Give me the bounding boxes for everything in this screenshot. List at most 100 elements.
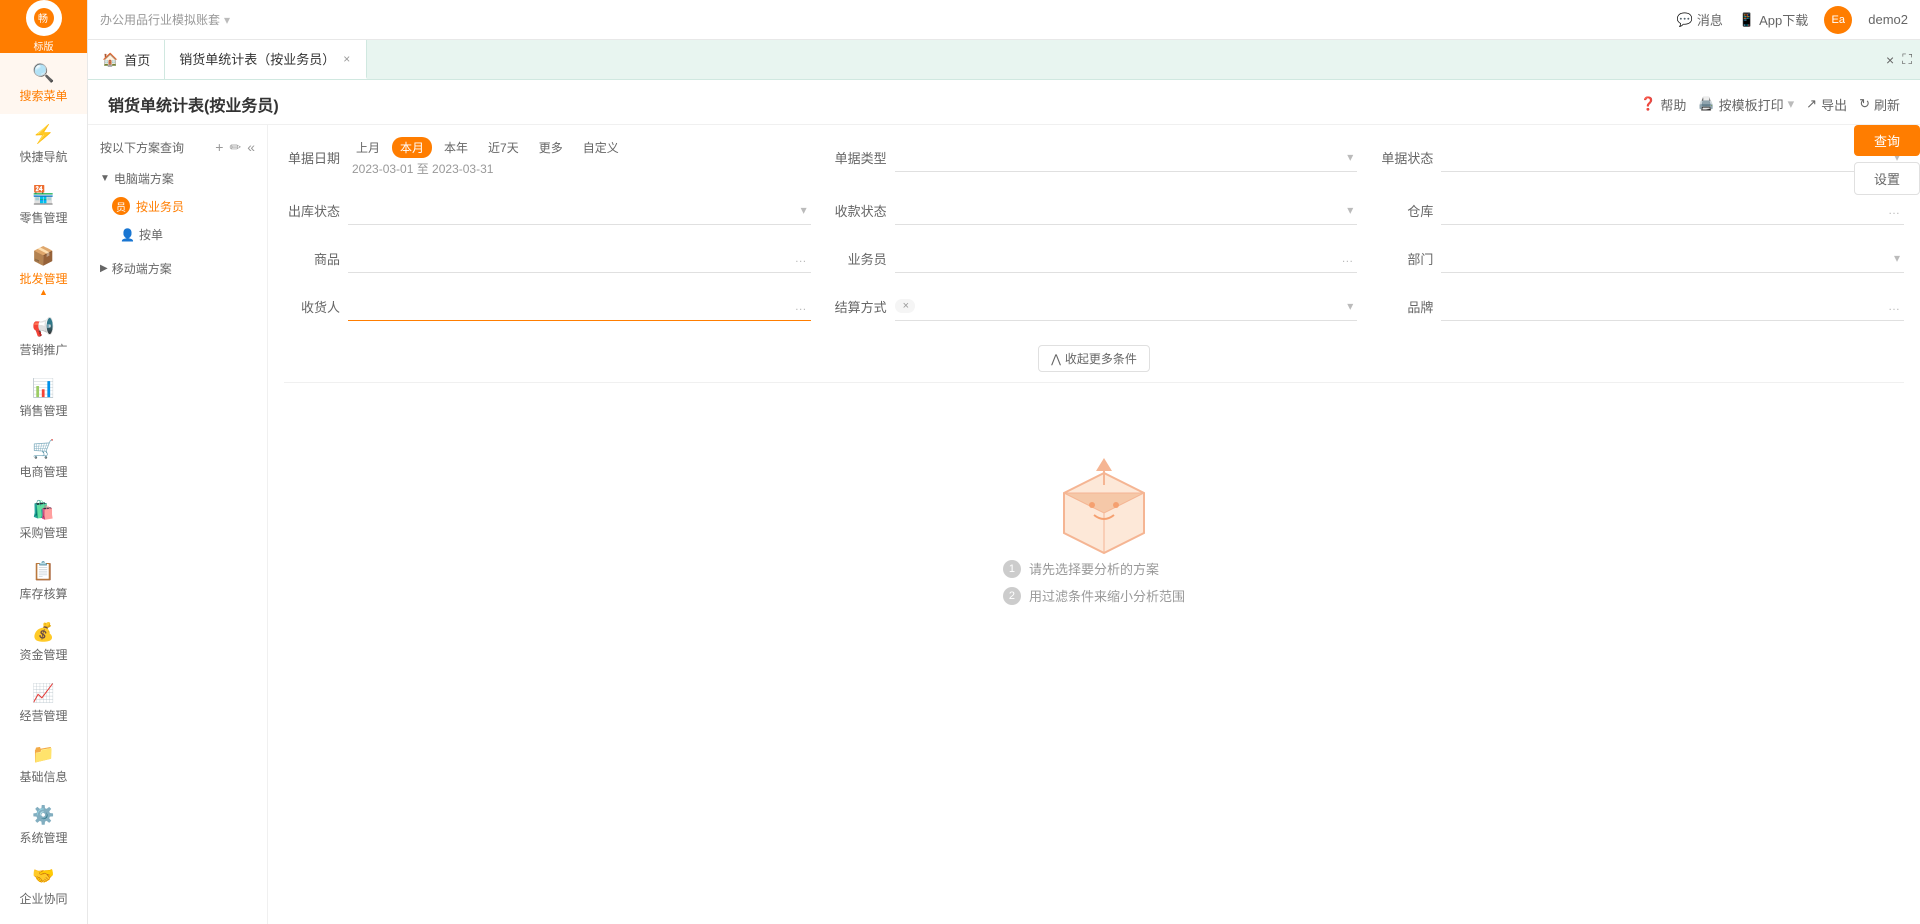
left-panel: 按以下方案查询 + ✏ « ▼ 电脑端方案 员 按业务员 bbox=[88, 125, 268, 924]
date-tab-this-month[interactable]: 本月 bbox=[392, 137, 432, 158]
print-label: 按模板打印 bbox=[1719, 95, 1784, 114]
department-dropdown-icon[interactable]: ▾ bbox=[1894, 251, 1900, 265]
tab-sales-stat[interactable]: 销货单统计表（按业务员） × bbox=[165, 40, 367, 79]
out-status-dropdown-icon[interactable]: ▾ bbox=[801, 203, 807, 217]
date-tab-more[interactable]: 更多 bbox=[531, 137, 571, 158]
sidebar-item-retail[interactable]: 🏪 零售管理 bbox=[0, 175, 88, 236]
settle-tag-clear-icon[interactable]: × bbox=[903, 300, 909, 312]
sidebar-item-quick-nav[interactable]: ⚡ 快捷导航 bbox=[0, 114, 88, 175]
goods-more-icon[interactable]: … bbox=[795, 251, 807, 265]
retail-icon: 🏪 bbox=[32, 185, 54, 206]
tab-close-button[interactable]: × bbox=[341, 50, 352, 68]
department-field[interactable]: ▾ bbox=[1441, 243, 1904, 273]
collapse-panel-icon[interactable]: « bbox=[247, 139, 255, 156]
brand-field[interactable]: … bbox=[1441, 291, 1904, 321]
app-download-label: App下载 bbox=[1759, 10, 1808, 29]
date-tab-custom[interactable]: 自定义 bbox=[575, 137, 627, 158]
sidebar-item-sales[interactable]: 📊 销售管理 bbox=[0, 368, 88, 429]
salesman-field[interactable]: … bbox=[895, 243, 1358, 273]
sidebar-label-search-menu: 搜索菜单 bbox=[19, 87, 67, 104]
help-label: 帮助 bbox=[1660, 95, 1686, 114]
collapse-button[interactable]: ⋀ 收起更多条件 bbox=[1038, 345, 1150, 372]
sidebar-item-purchase[interactable]: 🛍️ 采购管理 bbox=[0, 490, 88, 551]
settle-dropdown-icon[interactable]: ▾ bbox=[1347, 299, 1353, 313]
out-status-field[interactable]: ▾ bbox=[348, 195, 811, 225]
sidebar-item-finance[interactable]: 💰 资金管理 bbox=[0, 612, 88, 673]
sidebar-item-wholesale[interactable]: 📦 批发管理 ▲ bbox=[0, 236, 88, 307]
user-name[interactable]: demo2 bbox=[1868, 12, 1908, 27]
refresh-button[interactable]: ↻ 刷新 bbox=[1859, 95, 1900, 114]
message-button[interactable]: 💬 消息 bbox=[1677, 10, 1723, 29]
receipt-status-dropdown-icon[interactable]: ▾ bbox=[1347, 203, 1353, 217]
warehouse-field[interactable]: … bbox=[1441, 195, 1904, 225]
settle-method-field[interactable]: × ▾ bbox=[895, 291, 1358, 321]
sidebar-item-search-menu[interactable]: 🔍 搜索菜单 bbox=[0, 53, 88, 114]
sidebar-item-inventory[interactable]: 📋 库存核算 bbox=[0, 551, 88, 612]
date-tab-last-month[interactable]: 上月 bbox=[348, 137, 388, 158]
sidebar-label-operation: 经营管理 bbox=[19, 707, 67, 724]
print-button[interactable]: 🖨️ 按模板打印 ▾ bbox=[1698, 95, 1794, 114]
content-area: 销货单统计表(按业务员) ❓ 帮助 🖨️ 按模板打印 ▾ ↗ 导出 ↻ 刷新 bbox=[88, 80, 1920, 924]
doc-type-dropdown-icon[interactable]: ▾ bbox=[1347, 150, 1353, 164]
sidebar-item-operation[interactable]: 📈 经营管理 bbox=[0, 673, 88, 734]
app-download-button[interactable]: 📱 App下载 bbox=[1739, 10, 1808, 29]
edit-scheme-icon[interactable]: ✏ bbox=[229, 139, 241, 156]
settle-method-tag[interactable]: × bbox=[895, 299, 915, 313]
logo-icon: 畅 bbox=[26, 0, 62, 36]
search-menu-icon: 🔍 bbox=[32, 63, 54, 84]
scheme-group-mobile-title[interactable]: ▶ 移动端方案 bbox=[88, 256, 267, 281]
warehouse-more-icon[interactable]: … bbox=[1888, 203, 1900, 217]
goods-label: 商品 bbox=[284, 249, 340, 268]
query-actions: 查询 设置 bbox=[1854, 125, 1920, 195]
tab-close-all-icon[interactable]: × bbox=[1886, 52, 1894, 68]
print-icon: 🖨️ bbox=[1698, 96, 1714, 112]
add-scheme-icon[interactable]: + bbox=[215, 139, 223, 156]
sidebar-item-ecommerce[interactable]: 🛒 电商管理 bbox=[0, 429, 88, 490]
doc-status-label: 单据状态 bbox=[1377, 148, 1433, 167]
user-initials: Ea bbox=[1832, 14, 1845, 26]
scheme-item-by-salesman[interactable]: 员 按业务员 bbox=[88, 191, 267, 221]
tab-home[interactable]: 🏠 首页 bbox=[88, 40, 165, 79]
user-avatar[interactable]: Ea bbox=[1824, 6, 1852, 34]
receiver-more-icon[interactable]: … bbox=[795, 299, 807, 313]
print-dropdown-icon: ▾ bbox=[1788, 96, 1795, 112]
filter-row-4: 收货人 … 结算方式 × ▾ bbox=[284, 291, 1904, 331]
doc-type-field[interactable]: ▾ bbox=[895, 142, 1358, 172]
date-tabs: 上月 本月 本年 近7天 更多 自定义 bbox=[348, 137, 811, 158]
help-button[interactable]: ❓ 帮助 bbox=[1640, 95, 1686, 114]
mobile-group-arrow: ▶ bbox=[100, 263, 108, 274]
receipt-status-field[interactable]: ▾ bbox=[895, 195, 1358, 225]
app-logo[interactable]: 畅 标版 bbox=[0, 0, 88, 53]
collapse-label: 收起更多条件 bbox=[1065, 350, 1137, 367]
doc-status-field[interactable]: ▾ bbox=[1441, 142, 1904, 172]
scheme-item-by-order[interactable]: 👤 按单 bbox=[88, 221, 267, 248]
tab-fullscreen-icon[interactable]: ⛶ bbox=[1902, 51, 1912, 68]
system-icon: ⚙️ bbox=[32, 805, 54, 826]
brand-more-icon[interactable]: … bbox=[1888, 299, 1900, 313]
breadcrumb-dropdown-icon[interactable]: ▾ bbox=[224, 13, 230, 27]
breadcrumb-text: 办公用品行业模拟账套 bbox=[100, 11, 220, 28]
refresh-label: 刷新 bbox=[1874, 95, 1900, 114]
sidebar-label-retail: 零售管理 bbox=[19, 209, 67, 226]
date-tab-last-7-days[interactable]: 近7天 bbox=[480, 137, 527, 158]
empty-tips: 1 请先选择要分析的方案 2 用过滤条件来缩小分析范围 bbox=[1003, 559, 1185, 605]
scheme-group-mobile: ▶ 移动端方案 bbox=[88, 252, 267, 285]
receiver-field[interactable]: … bbox=[348, 291, 811, 321]
goods-field[interactable]: … bbox=[348, 243, 811, 273]
date-tab-this-year[interactable]: 本年 bbox=[436, 137, 476, 158]
sidebar-item-basic[interactable]: 📁 基础信息 bbox=[0, 734, 88, 795]
export-button[interactable]: ↗ 导出 bbox=[1806, 95, 1847, 114]
scheme-group-desktop-title[interactable]: ▼ 电脑端方案 bbox=[88, 166, 267, 191]
sidebar-item-enterprise[interactable]: 🤝 企业协同 bbox=[0, 856, 88, 917]
sidebar-item-marketing[interactable]: 📢 营销推广 bbox=[0, 307, 88, 368]
query-button[interactable]: 查询 bbox=[1854, 125, 1920, 156]
filter-doc-status: 单据状态 ▾ bbox=[1377, 137, 1904, 177]
sidebar-item-newbie[interactable]: 🌟 新手引导 bbox=[0, 917, 88, 924]
by-salesman-icon: 员 bbox=[112, 197, 130, 215]
filter-receipt-status: 收款状态 ▾ bbox=[831, 195, 1358, 225]
sidebar-label-quick-nav: 快捷导航 bbox=[19, 148, 67, 165]
salesman-more-icon[interactable]: … bbox=[1341, 251, 1353, 265]
setting-button[interactable]: 设置 bbox=[1854, 162, 1920, 195]
sidebar-item-system[interactable]: ⚙️ 系统管理 bbox=[0, 795, 88, 856]
marketing-icon: 📢 bbox=[32, 317, 54, 338]
